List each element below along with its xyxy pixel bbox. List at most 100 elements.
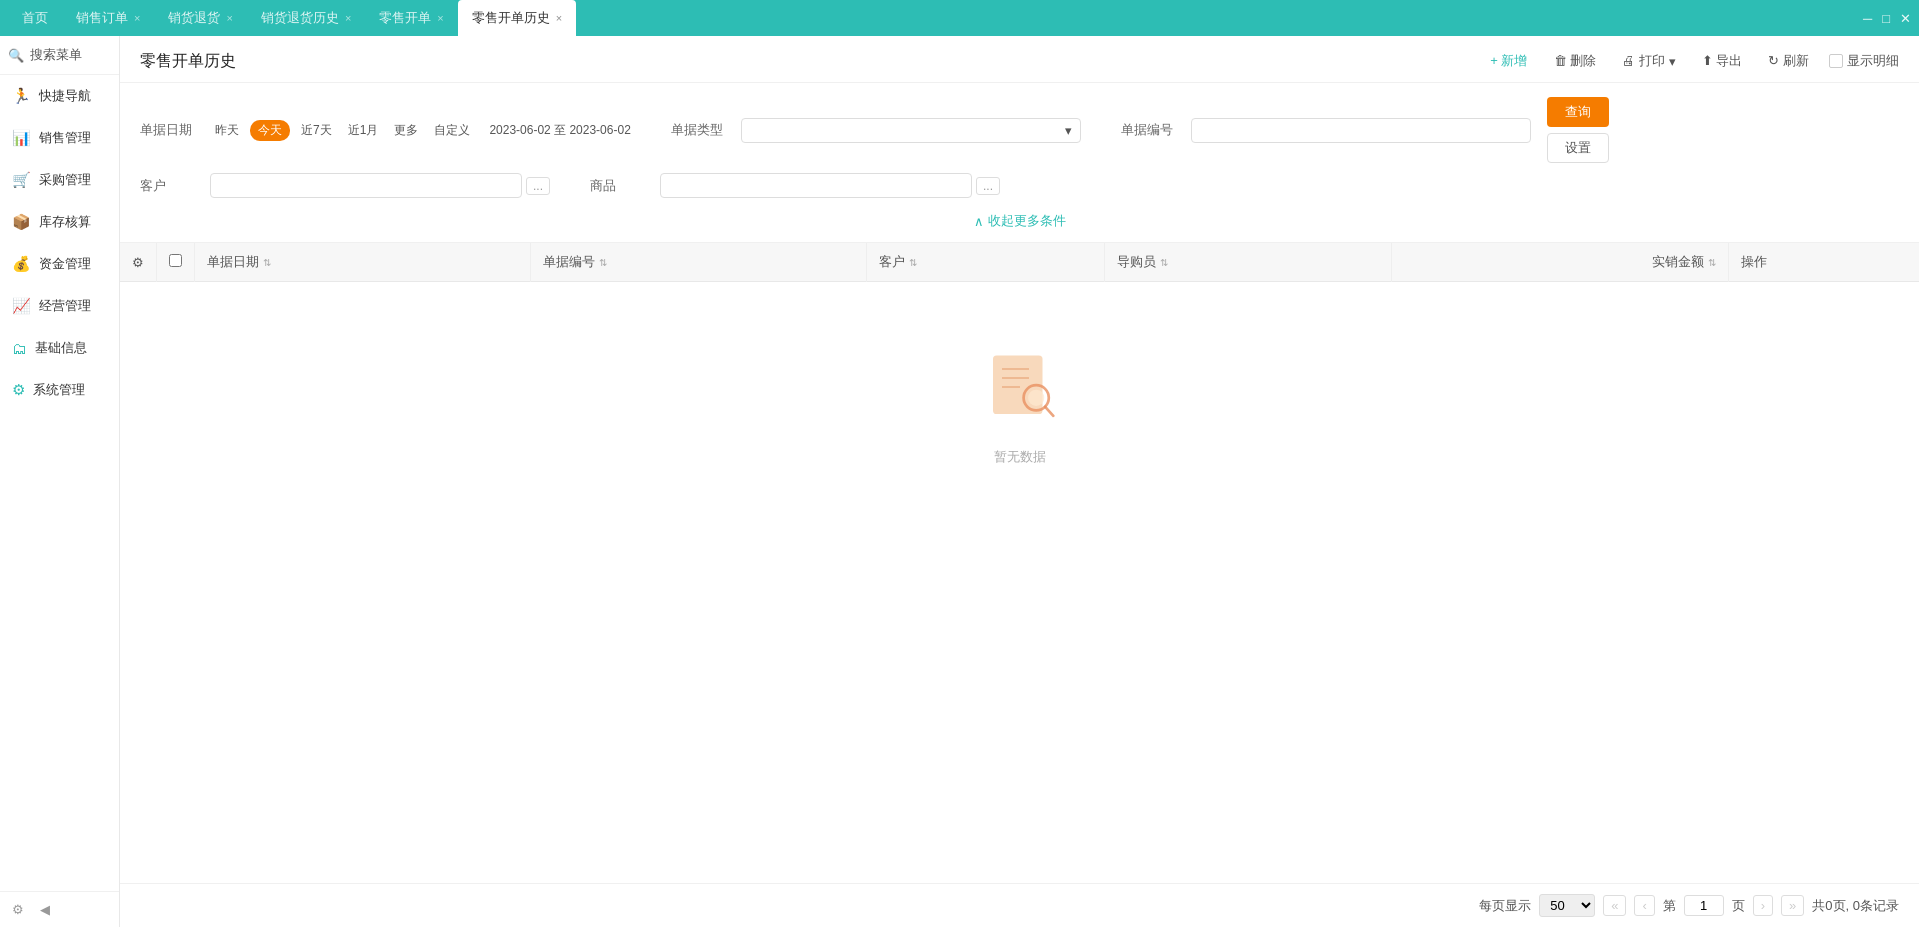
th-customer-sort-icon: ⇅ xyxy=(909,257,917,268)
show-detail-toggle[interactable]: 显示明细 xyxy=(1829,52,1899,70)
tab-bar: 首页 销售订单 × 销货退货 × 销货退货历史 × 零售开单 × 零售开单历史 … xyxy=(0,0,1919,36)
sidebar-item-purchase-label: 采购管理 xyxy=(39,171,91,189)
tab-sales-return-history-close[interactable]: × xyxy=(345,12,351,24)
sidebar-search-label: 搜索菜单 xyxy=(30,46,82,64)
sidebar-item-inventory[interactable]: 📦 库存核算 xyxy=(0,201,119,243)
th-checkbox[interactable] xyxy=(157,243,195,282)
th-date-label: 单据日期 xyxy=(207,253,259,271)
tab-sales-return-label: 销货退货 xyxy=(168,9,220,27)
customer-ellipsis-button[interactable]: ... xyxy=(526,177,550,195)
tab-sales-return[interactable]: 销货退货 × xyxy=(154,0,246,36)
date-opt-yesterday[interactable]: 昨天 xyxy=(210,120,244,141)
date-opt-today[interactable]: 今天 xyxy=(250,120,290,141)
date-opt-7days[interactable]: 近7天 xyxy=(296,120,337,141)
quick-nav-icon: 🏃 xyxy=(12,87,31,105)
export-button[interactable]: ⬆ 导出 xyxy=(1696,48,1749,74)
page-label-suffix: 页 xyxy=(1732,897,1745,915)
th-amount[interactable]: 实销金额 ⇅ xyxy=(1392,243,1728,282)
minimize-btn[interactable]: ─ xyxy=(1863,11,1872,26)
sidebar-item-management[interactable]: 📈 经营管理 xyxy=(0,285,119,327)
first-page-button[interactable]: « xyxy=(1603,895,1626,916)
th-amount-label: 实销金额 xyxy=(1652,253,1704,271)
content-area: 零售开单历史 + 新增 🗑 删除 🖨 打印 ▾ ⬆ 导出 ↻ 刷新 xyxy=(120,36,1919,927)
tab-sales-order[interactable]: 销售订单 × xyxy=(62,0,154,36)
th-amount-sort-icon: ⇅ xyxy=(1708,257,1716,268)
tab-home[interactable]: 首页 xyxy=(8,0,62,36)
th-number[interactable]: 单据编号 ⇅ xyxy=(531,243,867,282)
delete-button[interactable]: 🗑 删除 xyxy=(1548,48,1603,74)
sidebar-item-system[interactable]: ⚙ 系统管理 xyxy=(0,369,119,411)
settings-button[interactable]: 设置 xyxy=(1547,133,1609,163)
sidebar-item-inventory-label: 库存核算 xyxy=(39,213,91,231)
tab-sales-return-history[interactable]: 销货退货历史 × xyxy=(247,0,365,36)
tab-sales-order-close[interactable]: × xyxy=(134,12,140,24)
maximize-btn[interactable]: □ xyxy=(1882,11,1890,26)
th-customer-label: 客户 xyxy=(879,253,905,271)
sidebar-item-basic-info[interactable]: 🗂 基础信息 xyxy=(0,327,119,369)
select-all-checkbox[interactable] xyxy=(169,254,182,267)
sidebar-collapse-icon[interactable]: ◀ xyxy=(40,902,50,917)
table-container: ⚙ 单据日期 ⇅ 单据编号 xyxy=(120,243,1919,883)
date-range-display: 2023-06-02 至 2023-06-02 xyxy=(489,122,630,139)
tab-retail-order-close[interactable]: × xyxy=(437,12,443,24)
show-detail-checkbox[interactable] xyxy=(1829,54,1843,68)
sidebar-item-finance-label: 资金管理 xyxy=(39,255,91,273)
number-filter-input[interactable] xyxy=(1191,118,1531,143)
print-label: 🖨 打印 xyxy=(1622,52,1665,70)
collapse-more-button[interactable]: ∧ 收起更多条件 xyxy=(140,208,1899,234)
sidebar-search[interactable]: 🔍 搜索菜单 xyxy=(0,36,119,75)
sidebar-item-purchase[interactable]: 🛒 采购管理 xyxy=(0,159,119,201)
finance-icon: 💰 xyxy=(12,255,31,273)
sales-icon: 📊 xyxy=(12,129,31,147)
filter-row-1: 单据日期 昨天 今天 近7天 近1月 更多 自定义 2023-06-02 至 2… xyxy=(140,97,1899,163)
print-button[interactable]: 🖨 打印 ▾ xyxy=(1616,48,1682,74)
th-customer[interactable]: 客户 ⇅ xyxy=(867,243,1105,282)
close-btn[interactable]: ✕ xyxy=(1900,11,1911,26)
tab-retail-order-history-label: 零售开单历史 xyxy=(472,9,550,27)
svg-line-6 xyxy=(1045,407,1053,416)
goods-ellipsis-button[interactable]: ... xyxy=(976,177,1000,195)
tab-sales-order-label: 销售订单 xyxy=(76,9,128,27)
type-filter-label: 单据类型 xyxy=(671,121,741,139)
date-opt-1month[interactable]: 近1月 xyxy=(343,120,384,141)
export-label: ⬆ 导出 xyxy=(1702,52,1743,70)
th-action-label: 操作 xyxy=(1741,254,1767,269)
tab-retail-order[interactable]: 零售开单 × xyxy=(365,0,457,36)
tab-retail-order-history-close[interactable]: × xyxy=(556,12,562,24)
tab-sales-return-close[interactable]: × xyxy=(226,12,232,24)
th-guide[interactable]: 导购员 ⇅ xyxy=(1105,243,1392,282)
date-opt-custom[interactable]: 自定义 xyxy=(429,120,475,141)
collapse-icon: ∧ xyxy=(974,214,984,229)
purchase-icon: 🛒 xyxy=(12,171,31,189)
sidebar-settings-icon[interactable]: ⚙ xyxy=(12,902,24,917)
page-label-prefix: 第 xyxy=(1663,897,1676,915)
per-page-select[interactable]: 50 10 20 100 xyxy=(1539,894,1595,917)
empty-illustration xyxy=(975,342,1065,432)
filter-row-2: 客户 ... 商品 ... xyxy=(140,173,1899,198)
empty-state: 暂无数据 xyxy=(120,282,1919,526)
last-page-button[interactable]: » xyxy=(1781,895,1804,916)
sidebar-item-sales-label: 销售管理 xyxy=(39,129,91,147)
next-page-button[interactable]: › xyxy=(1753,895,1773,916)
current-page-input[interactable] xyxy=(1684,895,1724,916)
add-button[interactable]: + 新增 xyxy=(1484,48,1533,74)
date-options: 昨天 今天 近7天 近1月 更多 自定义 2023-06-02 至 2023-0… xyxy=(210,120,631,141)
sidebar-item-finance[interactable]: 💰 资金管理 xyxy=(0,243,119,285)
sidebar-bottom: ⚙ ◀ xyxy=(0,891,119,927)
system-icon: ⚙ xyxy=(12,381,25,399)
customer-filter-input[interactable] xyxy=(210,173,522,198)
sidebar-item-quick-nav[interactable]: 🏃 快捷导航 xyxy=(0,75,119,117)
date-opt-more[interactable]: 更多 xyxy=(389,120,423,141)
th-date[interactable]: 单据日期 ⇅ xyxy=(195,243,531,282)
refresh-button[interactable]: ↻ 刷新 xyxy=(1762,48,1815,74)
delete-label: 🗑 删除 xyxy=(1554,52,1597,70)
sidebar-item-sales[interactable]: 📊 销售管理 xyxy=(0,117,119,159)
th-guide-sort-icon: ⇅ xyxy=(1160,257,1168,268)
th-settings-icon[interactable]: ⚙ xyxy=(120,243,157,282)
query-button[interactable]: 查询 xyxy=(1547,97,1609,127)
show-detail-text: 显示明细 xyxy=(1847,52,1899,70)
type-filter-select[interactable]: ▾ xyxy=(741,118,1081,143)
tab-retail-order-history[interactable]: 零售开单历史 × xyxy=(458,0,576,36)
prev-page-button[interactable]: ‹ xyxy=(1634,895,1654,916)
goods-filter-input[interactable] xyxy=(660,173,972,198)
